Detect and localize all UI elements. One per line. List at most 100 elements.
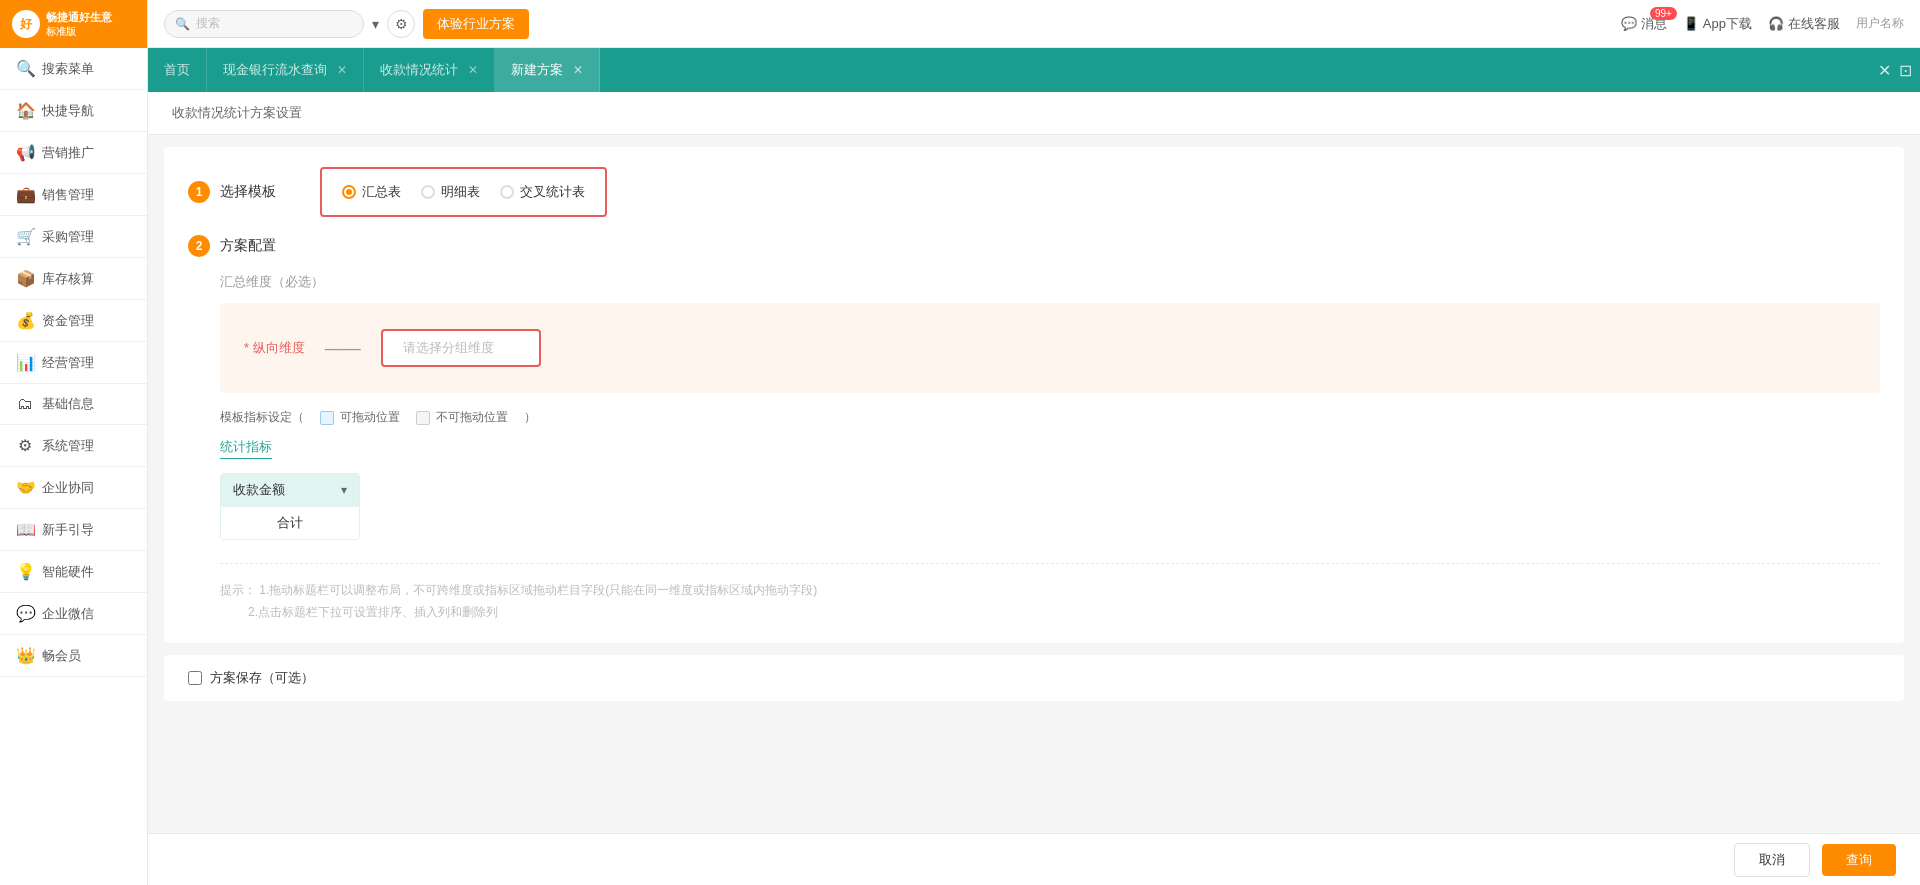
tab-cashflow-close[interactable]: ✕ bbox=[337, 63, 347, 77]
home-icon: 🏠 bbox=[16, 101, 34, 120]
search-icon-topbar: 🔍 bbox=[175, 17, 190, 31]
dropdown-icon[interactable]: ▾ bbox=[372, 16, 379, 32]
radio-summary[interactable]: 汇总表 bbox=[342, 183, 401, 201]
message-badge: 99+ bbox=[1650, 7, 1677, 20]
page-content: 收款情况统计方案设置 1 选择模板 汇总表 bbox=[148, 92, 1920, 885]
movable-label: 可拖动位置 bbox=[340, 409, 400, 426]
dim-section-label: 汇总维度（必选） bbox=[220, 273, 1880, 291]
system-icon: ⚙ bbox=[16, 436, 34, 455]
hint-fixed: 不可拖动位置 bbox=[416, 409, 508, 426]
basic-icon: 🗂 bbox=[16, 395, 34, 413]
sidebar: 好 畅捷通好生意 标准版 🔍 搜索菜单 🏠 快捷导航 📢 营销推广 💼 销售管理… bbox=[0, 0, 148, 885]
step1-num: 1 bbox=[188, 181, 210, 203]
sidebar-item-sales[interactable]: 💼 销售管理 bbox=[0, 174, 147, 216]
member-icon: 👑 bbox=[16, 646, 34, 665]
cancel-button[interactable]: 取消 bbox=[1734, 843, 1810, 877]
sidebar-item-guide[interactable]: 📖 新手引导 bbox=[0, 509, 147, 551]
config-section: 汇总维度（必选） 纵向维度 —— 请选择分组维度 模板指标设定（ bbox=[220, 273, 1880, 623]
tab-new-plan-close[interactable]: ✕ bbox=[573, 63, 583, 77]
message-button[interactable]: 💬 消息 99+ bbox=[1621, 15, 1667, 33]
app-logo: 好 畅捷通好生意 标准版 bbox=[0, 0, 147, 48]
sidebar-label-weixin: 企业微信 bbox=[42, 605, 94, 623]
save-checkbox[interactable] bbox=[188, 671, 202, 685]
radio-detail-label: 明细表 bbox=[441, 183, 480, 201]
fixed-label: 不可拖动位置 bbox=[436, 409, 508, 426]
download-label: App下载 bbox=[1703, 15, 1752, 33]
tab-stats-close[interactable]: ✕ bbox=[468, 63, 478, 77]
step2-row: 2 方案配置 汇总维度（必选） 纵向维度 —— 请选择分组维度 bbox=[188, 235, 1880, 623]
step2-title: 方案配置 bbox=[220, 237, 276, 255]
sidebar-item-nav[interactable]: 🏠 快捷导航 bbox=[0, 90, 147, 132]
sidebar-item-system[interactable]: ⚙ 系统管理 bbox=[0, 425, 147, 467]
sidebar-label-search: 搜索菜单 bbox=[42, 60, 94, 78]
sidebar-item-purchase[interactable]: 🛒 采购管理 bbox=[0, 216, 147, 258]
gear-icon: ⚙ bbox=[395, 16, 408, 32]
search-bar[interactable]: 🔍 搜索 bbox=[164, 10, 364, 38]
tabbar: 首页 现金银行流水查询 ✕ 收款情况统计 ✕ 新建方案 ✕ ✕ ⊡ bbox=[148, 48, 1920, 92]
radio-cross-circle bbox=[500, 185, 514, 199]
sidebar-label-system: 系统管理 bbox=[42, 437, 94, 455]
management-icon: 📊 bbox=[16, 353, 34, 372]
message-icon: 💬 bbox=[1621, 16, 1637, 31]
radio-group: 汇总表 明细表 交叉统计表 bbox=[342, 183, 585, 201]
tips-text: 提示： 1.拖动标题栏可以调整布局，不可跨维度或指标区域拖动栏目字段(只能在同一… bbox=[220, 580, 1880, 623]
step2-header: 2 方案配置 bbox=[188, 235, 1880, 257]
tab-new-plan-label: 新建方案 bbox=[511, 61, 563, 79]
close-window-icon[interactable]: ✕ bbox=[1878, 61, 1891, 80]
sidebar-item-member[interactable]: 👑 畅会员 bbox=[0, 635, 147, 677]
metric-setting-label: 模板指标设定（ bbox=[220, 409, 304, 426]
sidebar-item-hardware[interactable]: 💡 智能硬件 bbox=[0, 551, 147, 593]
support-button[interactable]: 🎧 在线客服 bbox=[1768, 15, 1840, 33]
query-button[interactable]: 查询 bbox=[1822, 844, 1896, 876]
radio-summary-circle bbox=[342, 185, 356, 199]
metric-total-row: 合计 bbox=[221, 506, 359, 539]
search-placeholder: 搜索 bbox=[196, 15, 220, 32]
tab-home[interactable]: 首页 bbox=[148, 48, 207, 92]
sidebar-item-search[interactable]: 🔍 搜索菜单 bbox=[0, 48, 147, 90]
settings-button[interactable]: ⚙ bbox=[387, 10, 415, 38]
dim-select[interactable]: 请选择分组维度 bbox=[381, 329, 541, 367]
logo-icon: 好 bbox=[12, 10, 40, 38]
download-button[interactable]: 📱 App下载 bbox=[1683, 15, 1752, 33]
sidebar-item-weixin[interactable]: 💬 企业微信 bbox=[0, 593, 147, 635]
collab-icon: 🤝 bbox=[16, 478, 34, 497]
sidebar-label-member: 畅会员 bbox=[42, 647, 81, 665]
footer-bar: 取消 查询 bbox=[148, 833, 1920, 885]
sidebar-item-finance[interactable]: 💰 资金管理 bbox=[0, 300, 147, 342]
industry-button[interactable]: 体验行业方案 bbox=[423, 9, 529, 39]
dim-arrow: —— bbox=[325, 338, 361, 359]
tab-home-label: 首页 bbox=[164, 61, 190, 79]
radio-cross[interactable]: 交叉统计表 bbox=[500, 183, 585, 201]
purchase-icon: 🛒 bbox=[16, 227, 34, 246]
tab-stats[interactable]: 收款情况统计 ✕ bbox=[364, 48, 495, 92]
main-area: 🔍 搜索 ▾ ⚙ 体验行业方案 💬 消息 99+ 📱 App下载 🎧 在线客服 … bbox=[148, 0, 1920, 885]
movable-dot bbox=[320, 411, 334, 425]
sidebar-label-guide: 新手引导 bbox=[42, 521, 94, 539]
radio-detail[interactable]: 明细表 bbox=[421, 183, 480, 201]
sidebar-item-inventory[interactable]: 📦 库存核算 bbox=[0, 258, 147, 300]
radio-cross-label: 交叉统计表 bbox=[520, 183, 585, 201]
logo-sub-text: 标准版 bbox=[46, 25, 112, 39]
finance-icon: 💰 bbox=[16, 311, 34, 330]
main-card: 1 选择模板 汇总表 明细表 bbox=[164, 147, 1904, 643]
hardware-icon: 💡 bbox=[16, 562, 34, 581]
metric-header[interactable]: 收款金额 ▾ bbox=[221, 474, 359, 506]
tip-prefix: 提示： 1.拖动标题栏可以调整布局，不可跨维度或指标区域拖动栏目字段(只能在同一… bbox=[220, 580, 1880, 602]
sidebar-item-marketing[interactable]: 📢 营销推广 bbox=[0, 132, 147, 174]
sidebar-item-basic[interactable]: 🗂 基础信息 bbox=[0, 384, 147, 425]
sidebar-label-inventory: 库存核算 bbox=[42, 270, 94, 288]
chevron-down-icon: ▾ bbox=[341, 483, 347, 497]
tips-section: 提示： 1.拖动标题栏可以调整布局，不可跨维度或指标区域拖动栏目字段(只能在同一… bbox=[220, 563, 1880, 623]
weixin-icon: 💬 bbox=[16, 604, 34, 623]
sidebar-item-collab[interactable]: 🤝 企业协同 bbox=[0, 467, 147, 509]
tab-cashflow[interactable]: 现金银行流水查询 ✕ bbox=[207, 48, 364, 92]
save-label: 方案保存（可选） bbox=[210, 669, 314, 687]
sidebar-label-marketing: 营销推广 bbox=[42, 144, 94, 162]
metric-hint: 模板指标设定（ 可拖动位置 不可拖动位置 ） bbox=[220, 409, 1880, 426]
sidebar-item-management[interactable]: 📊 经营管理 bbox=[0, 342, 147, 384]
fixed-dot bbox=[416, 411, 430, 425]
tab-new-plan[interactable]: 新建方案 ✕ bbox=[495, 48, 600, 92]
guide-icon: 📖 bbox=[16, 520, 34, 539]
dimension-area: 纵向维度 —— 请选择分组维度 bbox=[220, 303, 1880, 393]
maximize-icon[interactable]: ⊡ bbox=[1899, 61, 1912, 80]
